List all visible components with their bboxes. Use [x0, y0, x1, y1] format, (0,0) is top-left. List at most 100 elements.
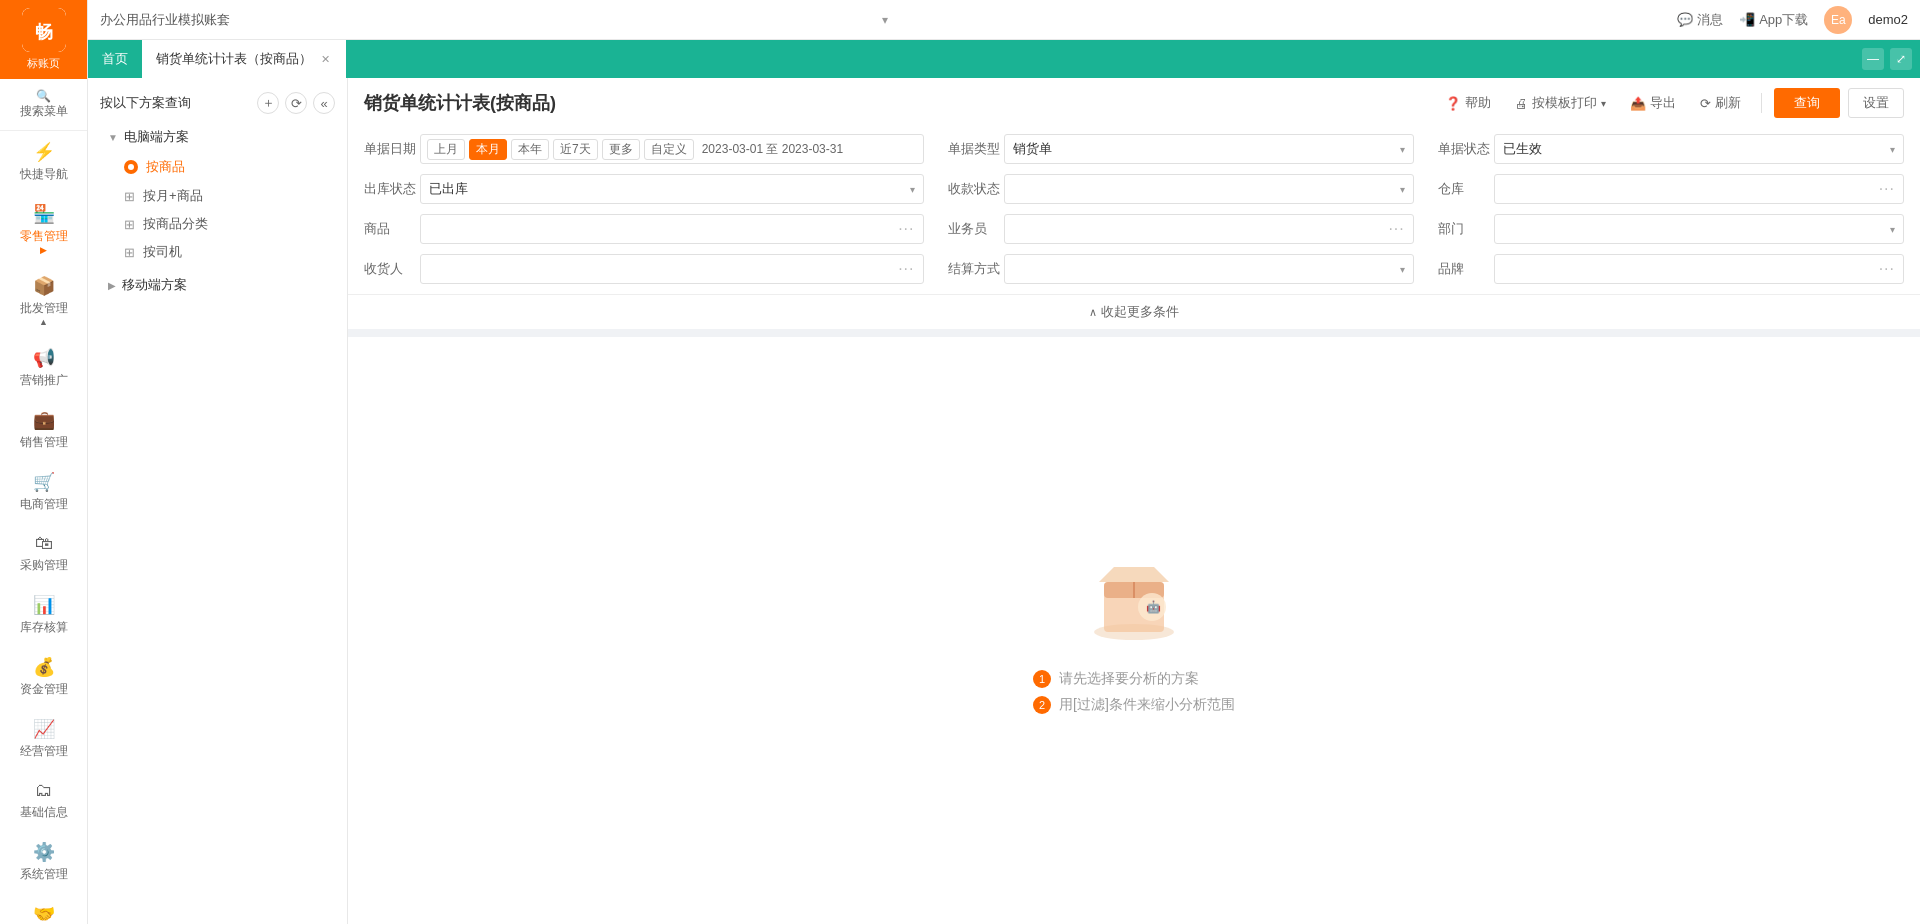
scheme-by-category[interactable]: ⊞ 按商品分类 — [108, 210, 347, 238]
tabbar-maximize-btn[interactable]: ⤢ — [1890, 48, 1912, 70]
sidebar-logo[interactable]: 畅 标账页 — [0, 0, 87, 79]
tabbar-minimize-btn[interactable]: — — [1862, 48, 1884, 70]
product-control[interactable]: ··· — [420, 214, 924, 244]
message-action[interactable]: 💬 消息 — [1677, 11, 1723, 29]
filter-product: 商品 ··· — [364, 214, 924, 244]
filter-date: 单据日期 上月 本月 本年 近7天 更多 自定义 2023-03-01 至 20… — [364, 134, 924, 164]
sidebar-item-marketing[interactable]: 📢 营销推广 — [0, 337, 87, 399]
scheme-by-product[interactable]: 按商品 — [108, 152, 347, 182]
sidebar-item-sales[interactable]: 💼 销售管理 — [0, 399, 87, 461]
help-icon: ❓ — [1445, 96, 1461, 111]
app-download-action[interactable]: 📲 App下载 — [1739, 11, 1808, 29]
brand-dots: ··· — [1879, 260, 1895, 278]
avatar-text: Ea — [1831, 13, 1846, 27]
empty-state: 🤖 1 请先选择要分析的方案 2 用[过滤]条件来缩小分析范围 — [348, 337, 1920, 924]
more-btn[interactable]: 更多 — [602, 139, 640, 160]
operations-icon: 📈 — [33, 718, 55, 740]
scheme-by-month-product-label: 按月+商品 — [143, 187, 203, 205]
username[interactable]: demo2 — [1868, 12, 1908, 27]
scheme-category-icon: ⊞ — [124, 217, 135, 232]
filter-row-2: 出库状态 已出库 ▾ 收款状态 ▾ — [364, 174, 1904, 204]
export-btn[interactable]: 📤 导出 — [1622, 90, 1684, 116]
brand-control[interactable]: ··· — [1494, 254, 1904, 284]
out-status-control[interactable]: 已出库 ▾ — [420, 174, 924, 204]
add-scheme-btn[interactable]: ＋ — [257, 92, 279, 114]
consignee-control[interactable]: ··· — [420, 254, 924, 284]
payment-control[interactable]: ▾ — [1004, 254, 1414, 284]
mobile-scheme-label: 移动端方案 — [122, 276, 187, 294]
this-year-btn[interactable]: 本年 — [511, 139, 549, 160]
query-button[interactable]: 查询 — [1774, 88, 1840, 118]
sidebar-item-system[interactable]: ⚙️ 系统管理 — [0, 831, 87, 893]
doc-status-caret-icon: ▾ — [1890, 144, 1895, 155]
left-panel-title: 按以下方案查询 — [100, 94, 191, 112]
doc-status-control[interactable]: 已生效 ▾ — [1494, 134, 1904, 164]
custom-btn[interactable]: 自定义 — [644, 139, 694, 160]
sidebar-ecommerce-label: 电商管理 — [20, 496, 68, 513]
print-btn[interactable]: 🖨 按模板打印 ▾ — [1507, 90, 1614, 116]
purchase-icon: 🛍 — [35, 533, 53, 554]
svg-marker-8 — [1099, 567, 1169, 582]
page-title: 销货单统计计表(按商品) — [364, 91, 556, 115]
sidebar-item-wholesale[interactable]: 📦 批发管理 ▲ — [0, 265, 87, 337]
svg-text:畅: 畅 — [35, 22, 53, 42]
sidebar-operations-label: 经营管理 — [20, 743, 68, 760]
wholesale-icon: 📦 — [33, 275, 55, 297]
filter-brand: 品牌 ··· — [1438, 254, 1904, 284]
topbar-dropdown-icon[interactable]: ▾ — [882, 13, 888, 27]
download-icon: 📲 — [1739, 12, 1755, 27]
empty-tip-1: 1 请先选择要分析的方案 — [1033, 670, 1235, 688]
sidebar-search-item[interactable]: 🔍 搜索菜单 — [0, 79, 87, 131]
filter-row-4: 收货人 ··· 结算方式 ▾ 品牌 — [364, 254, 1904, 284]
filter-payment: 结算方式 ▾ — [948, 254, 1414, 284]
message-label: 消息 — [1697, 11, 1723, 29]
product-label: 商品 — [364, 220, 420, 238]
sidebar-item-enterprise[interactable]: 🤝 企业协同 — [0, 893, 87, 924]
sidebar-item-quick-nav[interactable]: ⚡ 快捷导航 — [0, 131, 87, 193]
salesperson-control[interactable]: ··· — [1004, 214, 1414, 244]
date-range-control[interactable]: 上月 本月 本年 近7天 更多 自定义 2023-03-01 至 2023-03… — [420, 134, 924, 164]
user-avatar[interactable]: Ea — [1824, 6, 1852, 34]
settings-button[interactable]: 设置 — [1848, 88, 1904, 118]
desktop-scheme-label: 电脑端方案 — [124, 128, 189, 146]
tree-mobile-scheme[interactable]: ▶ 移动端方案 — [88, 270, 347, 300]
scheme-by-category-label: 按商品分类 — [143, 215, 208, 233]
department-label: 部门 — [1438, 220, 1494, 238]
collapse-panel-btn[interactable]: « — [313, 92, 335, 114]
retail-icon: 🏪 — [33, 203, 55, 225]
last-month-btn[interactable]: 上月 — [427, 139, 465, 160]
sidebar-system-label: 系统管理 — [20, 866, 68, 883]
tree-desktop-scheme[interactable]: ▼ 电脑端方案 — [88, 122, 347, 152]
content-wrapper: 销货单统计计表(按商品) ❓ 帮助 🖨 按模板打印 ▾ 📤 导出 — [348, 78, 1920, 924]
sidebar-item-operations[interactable]: 📈 经营管理 — [0, 708, 87, 770]
sidebar-item-retail[interactable]: 🏪 零售管理 ▶ — [0, 193, 87, 265]
warehouse-control[interactable]: ··· — [1494, 174, 1904, 204]
scheme-by-cashier[interactable]: ⊞ 按司机 — [108, 238, 347, 266]
receipt-status-label: 收款状态 — [948, 180, 1004, 198]
tab-home[interactable]: 首页 — [88, 40, 142, 78]
receipt-status-control[interactable]: ▾ — [1004, 174, 1414, 204]
refresh-scheme-btn[interactable]: ⟳ — [285, 92, 307, 114]
scheme-cashier-icon: ⊞ — [124, 245, 135, 260]
sidebar-item-purchase[interactable]: 🛍 采购管理 — [0, 523, 87, 584]
sidebar-item-ecommerce[interactable]: 🛒 电商管理 — [0, 461, 87, 523]
refresh-btn[interactable]: ⟳ 刷新 — [1692, 90, 1749, 116]
sidebar-item-basic[interactable]: 🗂 基础信息 — [0, 770, 87, 831]
sidebar-item-inventory[interactable]: 📊 库存核算 — [0, 584, 87, 646]
department-control[interactable]: ▾ — [1494, 214, 1904, 244]
action-divider — [1761, 93, 1762, 113]
tab-close-icon[interactable]: ✕ — [318, 52, 332, 66]
help-label: 帮助 — [1465, 94, 1491, 112]
export-label: 导出 — [1650, 94, 1676, 112]
sidebar-sales-label: 销售管理 — [20, 434, 68, 451]
doc-type-control[interactable]: 销货单 ▾ — [1004, 134, 1414, 164]
help-btn[interactable]: ❓ 帮助 — [1437, 90, 1499, 116]
salesperson-label: 业务员 — [948, 220, 1004, 238]
scheme-by-month-product[interactable]: ⊞ 按月+商品 — [108, 182, 347, 210]
collapse-filter-btn[interactable]: ∧ 收起更多条件 — [348, 294, 1920, 329]
last-7-days-btn[interactable]: 近7天 — [553, 139, 598, 160]
tab-home-label: 首页 — [102, 50, 128, 68]
this-month-btn[interactable]: 本月 — [469, 139, 507, 160]
sidebar-item-finance[interactable]: 💰 资金管理 — [0, 646, 87, 708]
tab-sales-stat[interactable]: 销货单统计计表（按商品） ✕ — [142, 40, 346, 78]
